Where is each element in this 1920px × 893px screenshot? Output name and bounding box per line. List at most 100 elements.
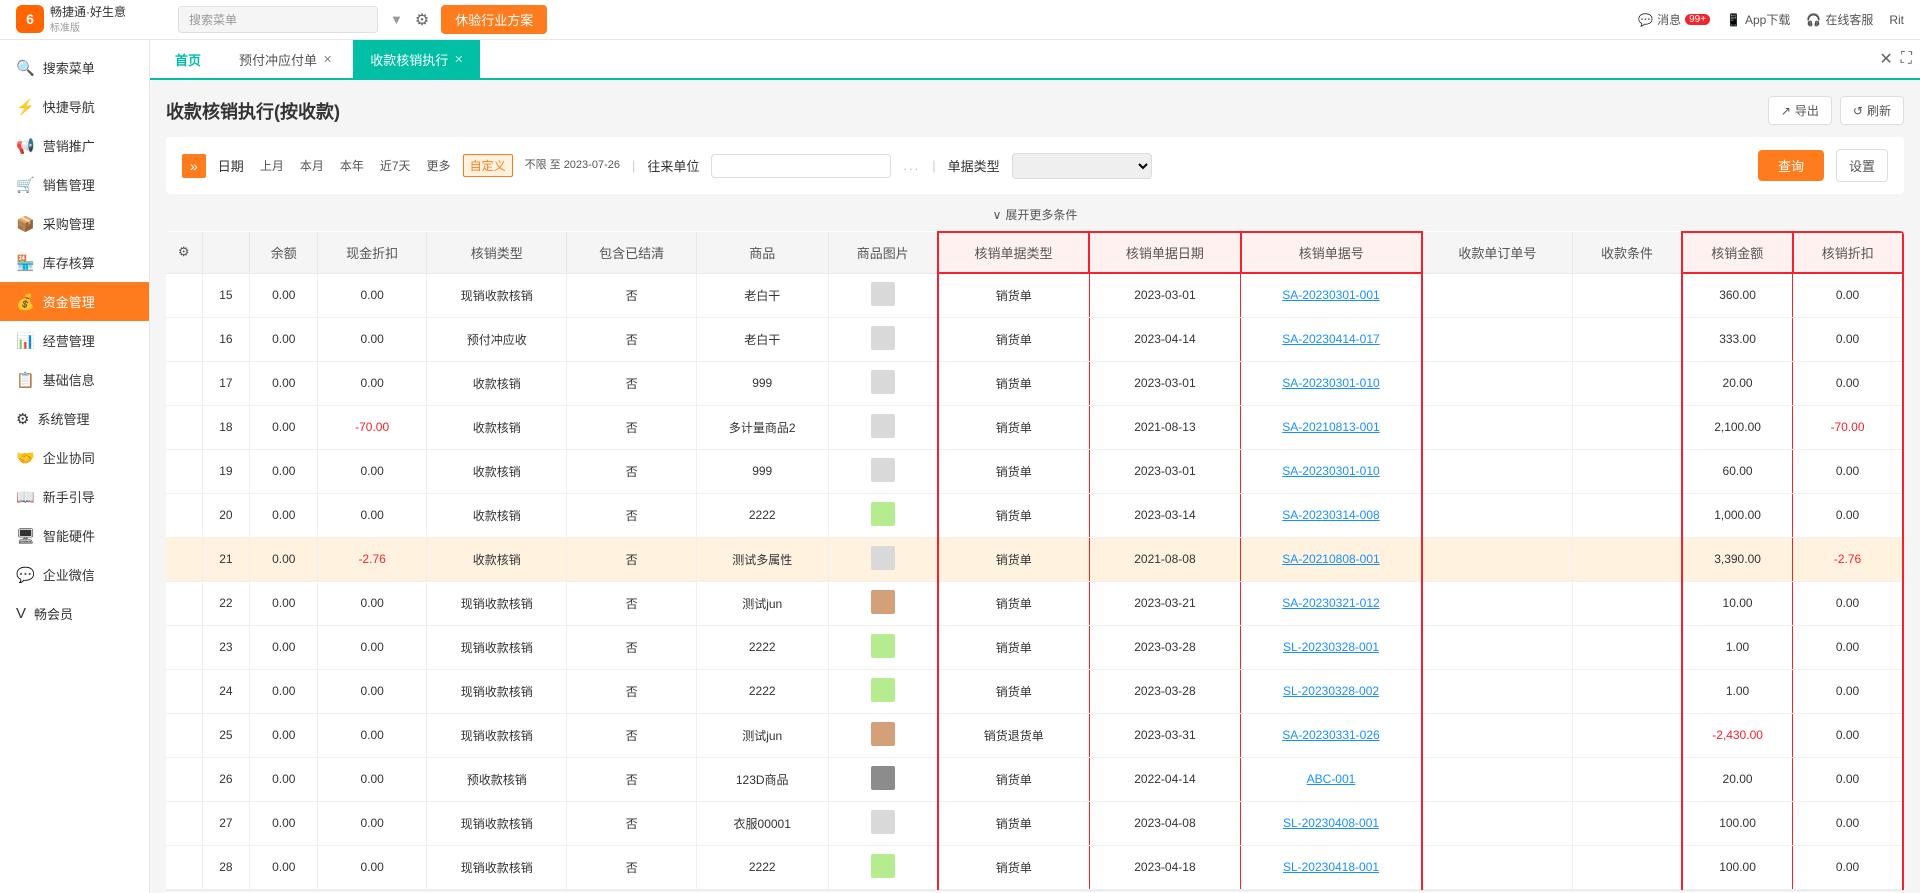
sidebar-item-快捷导航[interactable]: ⚡快捷导航 bbox=[0, 87, 149, 126]
col-bill-no: 核销单据号 bbox=[1241, 232, 1422, 273]
col-settings[interactable]: ⚙ bbox=[166, 232, 202, 273]
date-option-this-year[interactable]: 本年 bbox=[336, 155, 368, 176]
filter-expand-button[interactable]: » bbox=[182, 154, 206, 178]
counterparty-input[interactable] bbox=[711, 154, 891, 178]
cell-include-settled: 否 bbox=[567, 317, 696, 361]
cell-receipt-order bbox=[1422, 537, 1573, 581]
cell-receipt-terms bbox=[1572, 625, 1682, 669]
sidebar-item-畅会员[interactable]: V畅会员 bbox=[0, 594, 149, 633]
sidebar-item-企业协同[interactable]: 🤝企业协同 bbox=[0, 438, 149, 477]
refresh-label: 刷新 bbox=[1867, 102, 1891, 119]
cell-writeoff-amount: 333.00 bbox=[1682, 317, 1792, 361]
date-label: 日期 bbox=[218, 156, 244, 175]
voucher-type-select[interactable]: 销货单 销货退货单 bbox=[1012, 153, 1152, 179]
cell-balance: 0.00 bbox=[250, 317, 318, 361]
cell-seq: 16 bbox=[202, 317, 250, 361]
cell-product-img bbox=[828, 757, 938, 801]
tab-close-icon[interactable]: ✕ bbox=[323, 53, 332, 66]
cell-writeoff-amount: 100.00 bbox=[1682, 801, 1792, 845]
sidebar-item-资金管理[interactable]: 💰资金管理 bbox=[0, 282, 149, 321]
sidebar-item-经营管理[interactable]: 📊经营管理 bbox=[0, 321, 149, 360]
cell-balance: 0.00 bbox=[250, 713, 318, 757]
tab-首页[interactable]: 首页 bbox=[158, 40, 218, 78]
top-bar-actions: 💬 消息 99+ 📱 App下载 🎧 在线客服 Rit bbox=[1638, 11, 1904, 28]
sidebar-item-系统管理[interactable]: ⚙系统管理 bbox=[0, 399, 149, 438]
cell-include-settled: 否 bbox=[567, 757, 696, 801]
cell-include-settled: 否 bbox=[567, 625, 696, 669]
table-row: 18 0.00 -70.00 收款核销 否 多计量商品2 销货单 2021-08… bbox=[166, 405, 1903, 449]
app-download-btn[interactable]: 📱 App下载 bbox=[1726, 11, 1790, 28]
cell-settings bbox=[166, 493, 202, 537]
query-button[interactable]: 查询 bbox=[1758, 150, 1824, 181]
col-seq bbox=[202, 232, 250, 273]
cell-product-img bbox=[828, 845, 938, 889]
col-product: 商品 bbox=[696, 232, 828, 273]
page-header-actions: ↗ 导出 ↺ 刷新 bbox=[1768, 96, 1904, 125]
cell-include-settled: 否 bbox=[567, 845, 696, 889]
cell-product: 123D商品 bbox=[696, 757, 828, 801]
cell-bill-no: ABC-001 bbox=[1241, 757, 1422, 801]
cell-writeoff-discount: 0.00 bbox=[1793, 757, 1903, 801]
sidebar-item-采购管理[interactable]: 📦采购管理 bbox=[0, 204, 149, 243]
page-title: 收款核销执行(按收款) bbox=[166, 98, 340, 124]
cell-balance: 0.00 bbox=[250, 757, 318, 801]
close-all-icon[interactable]: ✕ bbox=[1879, 49, 1892, 69]
date-option-custom[interactable]: 自定义 bbox=[463, 154, 513, 177]
date-option-more[interactable]: 更多 bbox=[423, 155, 455, 176]
cell-seq: 15 bbox=[202, 273, 250, 317]
cell-bill-type: 销货单 bbox=[938, 757, 1089, 801]
cell-settings bbox=[166, 273, 202, 317]
sidebar-item-营销推广[interactable]: 📢营销推广 bbox=[0, 126, 149, 165]
cell-receipt-terms bbox=[1572, 405, 1682, 449]
date-option-this-month[interactable]: 本月 bbox=[296, 155, 328, 176]
sidebar-item-企业微信[interactable]: 💬企业微信 bbox=[0, 555, 149, 594]
sidebar-item-智能硬件[interactable]: 🖥智能硬件 bbox=[0, 516, 149, 555]
msg-label: 消息 bbox=[1657, 11, 1681, 28]
expand-down-icon: ∨ bbox=[993, 208, 1002, 222]
cell-writeoff-type: 现销收款核销 bbox=[427, 625, 567, 669]
cell-product: 衣服00001 bbox=[696, 801, 828, 845]
maximize-icon[interactable]: ⛶ bbox=[1901, 50, 1912, 68]
table-row: 28 0.00 0.00 现销收款核销 否 2222 销货单 2023-04-1… bbox=[166, 845, 1903, 889]
cell-balance: 0.00 bbox=[250, 273, 318, 317]
date-option-7days[interactable]: 近7天 bbox=[376, 155, 415, 176]
online-service-btn[interactable]: 🎧 在线客服 bbox=[1806, 11, 1873, 28]
cell-settings bbox=[166, 537, 202, 581]
user-avatar[interactable]: Rit bbox=[1889, 13, 1904, 27]
sidebar-item-新手引导[interactable]: 📖新手引导 bbox=[0, 477, 149, 516]
sidebar-item-销售管理[interactable]: 🛒销售管理 bbox=[0, 165, 149, 204]
cell-writeoff-discount: 0.00 bbox=[1793, 449, 1903, 493]
sidebar-item-库存核算[interactable]: 🏪库存核算 bbox=[0, 243, 149, 282]
cell-product: 2222 bbox=[696, 669, 828, 713]
cell-product: 测试jun bbox=[696, 713, 828, 757]
cell-writeoff-amount: 20.00 bbox=[1682, 757, 1792, 801]
tab-收款核销执行[interactable]: 收款核销执行✕ bbox=[353, 40, 480, 78]
cell-bill-date: 2023-03-14 bbox=[1089, 493, 1240, 537]
col-writeoff-discount: 核销折扣 bbox=[1793, 232, 1903, 273]
app-badge: 标准版 bbox=[50, 19, 126, 34]
cell-writeoff-discount: 0.00 bbox=[1793, 713, 1903, 757]
sidebar-item-搜索菜单[interactable]: 🔍搜索菜单 bbox=[0, 48, 149, 87]
date-option-last-month[interactable]: 上月 bbox=[256, 155, 288, 176]
cell-bill-no: SA-20230301-001 bbox=[1241, 273, 1422, 317]
sidebar-item-基础信息[interactable]: 📋基础信息 bbox=[0, 360, 149, 399]
cell-receipt-terms bbox=[1572, 537, 1682, 581]
cell-writeoff-type: 收款核销 bbox=[427, 493, 567, 537]
refresh-button[interactable]: ↺ 刷新 bbox=[1840, 96, 1904, 125]
filter-settings-button[interactable]: 设置 bbox=[1836, 149, 1888, 182]
export-button[interactable]: ↗ 导出 bbox=[1768, 96, 1832, 125]
cell-writeoff-discount: 0.00 bbox=[1793, 669, 1903, 713]
message-btn[interactable]: 💬 消息 99+ bbox=[1638, 11, 1710, 28]
solution-button[interactable]: 休验行业方案 bbox=[441, 5, 547, 34]
tab-预付冲应付单[interactable]: 预付冲应付单✕ bbox=[222, 40, 349, 78]
tab-close-icon[interactable]: ✕ bbox=[454, 53, 463, 66]
expand-more-button[interactable]: ∨ 展开更多条件 bbox=[993, 206, 1078, 223]
tab-bar-actions: ✕ ⛶ bbox=[1879, 49, 1912, 69]
cell-writeoff-amount: 20.00 bbox=[1682, 361, 1792, 405]
cell-balance: 0.00 bbox=[250, 493, 318, 537]
cell-bill-type: 销货单 bbox=[938, 449, 1089, 493]
cell-receipt-order bbox=[1422, 273, 1573, 317]
global-search-box[interactable]: 搜索菜单 bbox=[178, 6, 378, 33]
cell-bill-no: SA-20230301-010 bbox=[1241, 361, 1422, 405]
settings-icon[interactable]: ⚙ bbox=[415, 10, 429, 30]
